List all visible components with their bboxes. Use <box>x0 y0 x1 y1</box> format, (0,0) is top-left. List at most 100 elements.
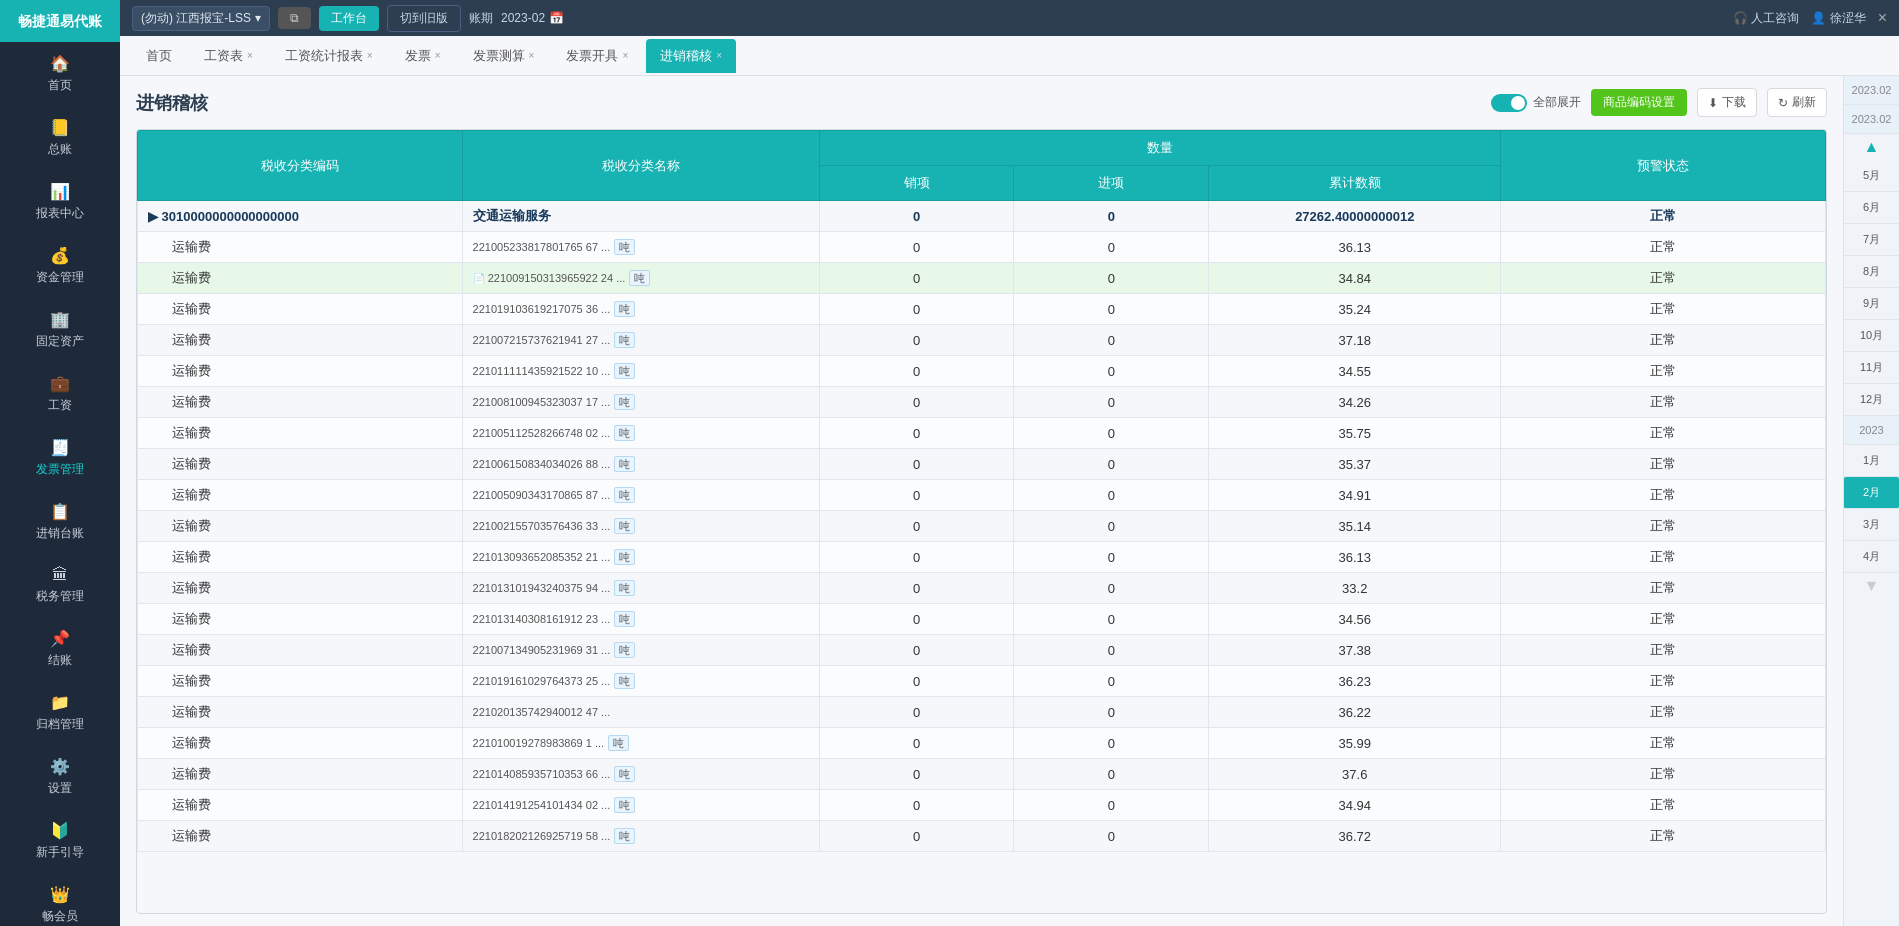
tab-invoice-calc-close[interactable]: × <box>529 50 535 61</box>
company-selector[interactable]: (勿动) 江西报宝-LSS ▾ <box>132 6 270 31</box>
cell-cumulative: 35.24 <box>1209 294 1501 325</box>
tab-invoice[interactable]: 发票 × <box>391 39 455 73</box>
cell-purchase: 0 <box>1014 449 1209 480</box>
topbar-right: 🎧 人工咨询 👤 徐涩华 × <box>1733 9 1887 27</box>
cell-code: 运输费 <box>138 604 463 635</box>
sidebar-item-closing[interactable]: 📌 结账 <box>0 617 120 681</box>
cell-cumulative: 34.84 <box>1209 263 1501 294</box>
sidebar-item-ledger[interactable]: 📒 总账 <box>0 106 120 170</box>
expand-toggle[interactable] <box>1491 94 1527 112</box>
cal-up-nav[interactable]: ▲ <box>1844 134 1899 160</box>
table-row: 运输费 221013093652085352 21 ...吨 0 0 36.13… <box>138 542 1826 573</box>
user-profile[interactable]: 👤 徐涩华 <box>1811 10 1865 27</box>
cal-may[interactable]: 5月 <box>1844 160 1899 192</box>
copy-button[interactable]: ⧉ <box>278 7 311 29</box>
sidebar-item-home[interactable]: 🏠 首页 <box>0 42 120 106</box>
cell-cumulative: 36.72 <box>1209 821 1501 852</box>
cell-tax-code-col: 221013140308161912 23 ...吨 <box>462 604 819 635</box>
cal-jan[interactable]: 1月 <box>1844 445 1899 477</box>
refresh-button[interactable]: ↻ 刷新 <box>1767 88 1827 117</box>
cell-tax-code-col: 221005112528266748 02 ...吨 <box>462 418 819 449</box>
headset-icon: 🎧 <box>1733 11 1748 25</box>
tab-salary-table[interactable]: 工资表 × <box>190 39 267 73</box>
cal-dec[interactable]: 12月 <box>1844 384 1899 416</box>
col-quantity-group: 数量 <box>819 131 1501 166</box>
assets-icon: 🏢 <box>50 310 70 329</box>
sidebar-item-vip[interactable]: 👑 畅会员 <box>0 873 120 926</box>
page-title: 进销稽核 <box>136 91 208 115</box>
cell-purchase: 0 <box>1014 666 1209 697</box>
table-row: 运输费 221013140308161912 23 ...吨 0 0 34.56… <box>138 604 1826 635</box>
download-button[interactable]: ⬇ 下载 <box>1697 88 1757 117</box>
cell-tax-code-col: 221007215737621941 27 ...吨 <box>462 325 819 356</box>
cell-purchase: 0 <box>1014 635 1209 666</box>
cal-down-nav[interactable]: ▼ <box>1844 573 1899 599</box>
table-row: 运输费 221007215737621941 27 ...吨 0 0 37.18… <box>138 325 1826 356</box>
data-table: 税收分类编码 税收分类名称 数量 预警状态 销项 进项 累计数额 ▶ 30100… <box>137 130 1826 852</box>
cell-sales: 0 <box>819 666 1014 697</box>
sidebar-item-guide[interactable]: 🔰 新手引导 <box>0 809 120 873</box>
tab-home[interactable]: 首页 <box>132 39 186 73</box>
cell-purchase: 0 <box>1014 294 1209 325</box>
cal-nov[interactable]: 11月 <box>1844 352 1899 384</box>
col-cumulative: 累计数额 <box>1209 166 1501 201</box>
col-tax-code: 税收分类编码 <box>138 131 463 201</box>
tab-sales-reconcile[interactable]: 进销稽核 × <box>646 39 736 73</box>
reports-icon: 📊 <box>50 182 70 201</box>
tab-salary-stats-close[interactable]: × <box>367 50 373 61</box>
switch-version-button[interactable]: 切到旧版 <box>387 5 461 32</box>
cal-aug[interactable]: 8月 <box>1844 256 1899 288</box>
tab-invoice-calc[interactable]: 发票测算 × <box>459 39 549 73</box>
sidebar-item-tax[interactable]: 🏛 税务管理 <box>0 554 120 617</box>
sidebar-item-archive[interactable]: 📁 归档管理 <box>0 681 120 745</box>
cell-cumulative: 33.2 <box>1209 573 1501 604</box>
cell-status: 正常 <box>1501 821 1826 852</box>
cell-sales: 0 <box>819 356 1014 387</box>
cal-mar[interactable]: 3月 <box>1844 509 1899 541</box>
cell-sales: 0 <box>819 573 1014 604</box>
product-code-settings-button[interactable]: 商品编码设置 <box>1591 89 1687 116</box>
cell-purchase: 0 <box>1014 418 1209 449</box>
cell-status: 正常 <box>1501 635 1826 666</box>
tab-salary-stats[interactable]: 工资统计报表 × <box>271 39 387 73</box>
cell-tax-code-col: 221002155703576436 33 ...吨 <box>462 511 819 542</box>
cell-sales: 0 <box>819 294 1014 325</box>
cell-status: 正常 <box>1501 263 1826 294</box>
sidebar-item-reports[interactable]: 📊 报表中心 <box>0 170 120 234</box>
sidebar-item-salary[interactable]: 💼 工资 <box>0 362 120 426</box>
tax-icon: 🏛 <box>52 566 68 584</box>
home-icon: 🏠 <box>50 54 70 73</box>
sidebar-item-invoice[interactable]: 🧾 发票管理 <box>0 426 120 490</box>
cal-sep[interactable]: 9月 <box>1844 288 1899 320</box>
tab-invoice-issue[interactable]: 发票开具 × <box>552 39 642 73</box>
cell-code: 运输费 <box>138 294 463 325</box>
cal-jul[interactable]: 7月 <box>1844 224 1899 256</box>
cell-tax-code-col: 221013093652085352 21 ...吨 <box>462 542 819 573</box>
cell-status: 正常 <box>1501 728 1826 759</box>
cal-feb[interactable]: 2月 <box>1844 477 1899 509</box>
sidebar-item-funds[interactable]: 💰 资金管理 <box>0 234 120 298</box>
tab-sales-reconcile-close[interactable]: × <box>716 50 722 61</box>
cal-oct[interactable]: 10月 <box>1844 320 1899 352</box>
cell-code: 运输费 <box>138 697 463 728</box>
sidebar-item-settings[interactable]: ⚙️ 设置 <box>0 745 120 809</box>
sales-ledger-icon: 📋 <box>50 502 70 521</box>
cal-jun[interactable]: 6月 <box>1844 192 1899 224</box>
cell-cumulative: 37.38 <box>1209 635 1501 666</box>
tab-salary-table-close[interactable]: × <box>247 50 253 61</box>
col-tax-name: 税收分类名称 <box>462 131 819 201</box>
topbar-close-button[interactable]: × <box>1878 9 1887 27</box>
table-row: 运输费 221013101943240375 94 ...吨 0 0 33.2 … <box>138 573 1826 604</box>
table-row: 运输费 221011111435921522 10 ...吨 0 0 34.55… <box>138 356 1826 387</box>
cell-status: 正常 <box>1501 480 1826 511</box>
calendar-icon[interactable]: 📅 <box>549 11 564 25</box>
workspace-button[interactable]: 工作台 <box>319 6 379 31</box>
content-area: 进销稽核 全部展开 商品编码设置 ⬇ 下载 ↻ 刷新 <box>120 76 1899 926</box>
cal-apr[interactable]: 4月 <box>1844 541 1899 573</box>
tab-invoice-issue-close[interactable]: × <box>622 50 628 61</box>
sidebar-item-assets[interactable]: 🏢 固定资产 <box>0 298 120 362</box>
tab-invoice-close[interactable]: × <box>435 50 441 61</box>
support-link[interactable]: 🎧 人工咨询 <box>1733 10 1799 27</box>
cell-sales: 0 <box>819 697 1014 728</box>
sidebar-item-sales-ledger[interactable]: 📋 进销台账 <box>0 490 120 554</box>
